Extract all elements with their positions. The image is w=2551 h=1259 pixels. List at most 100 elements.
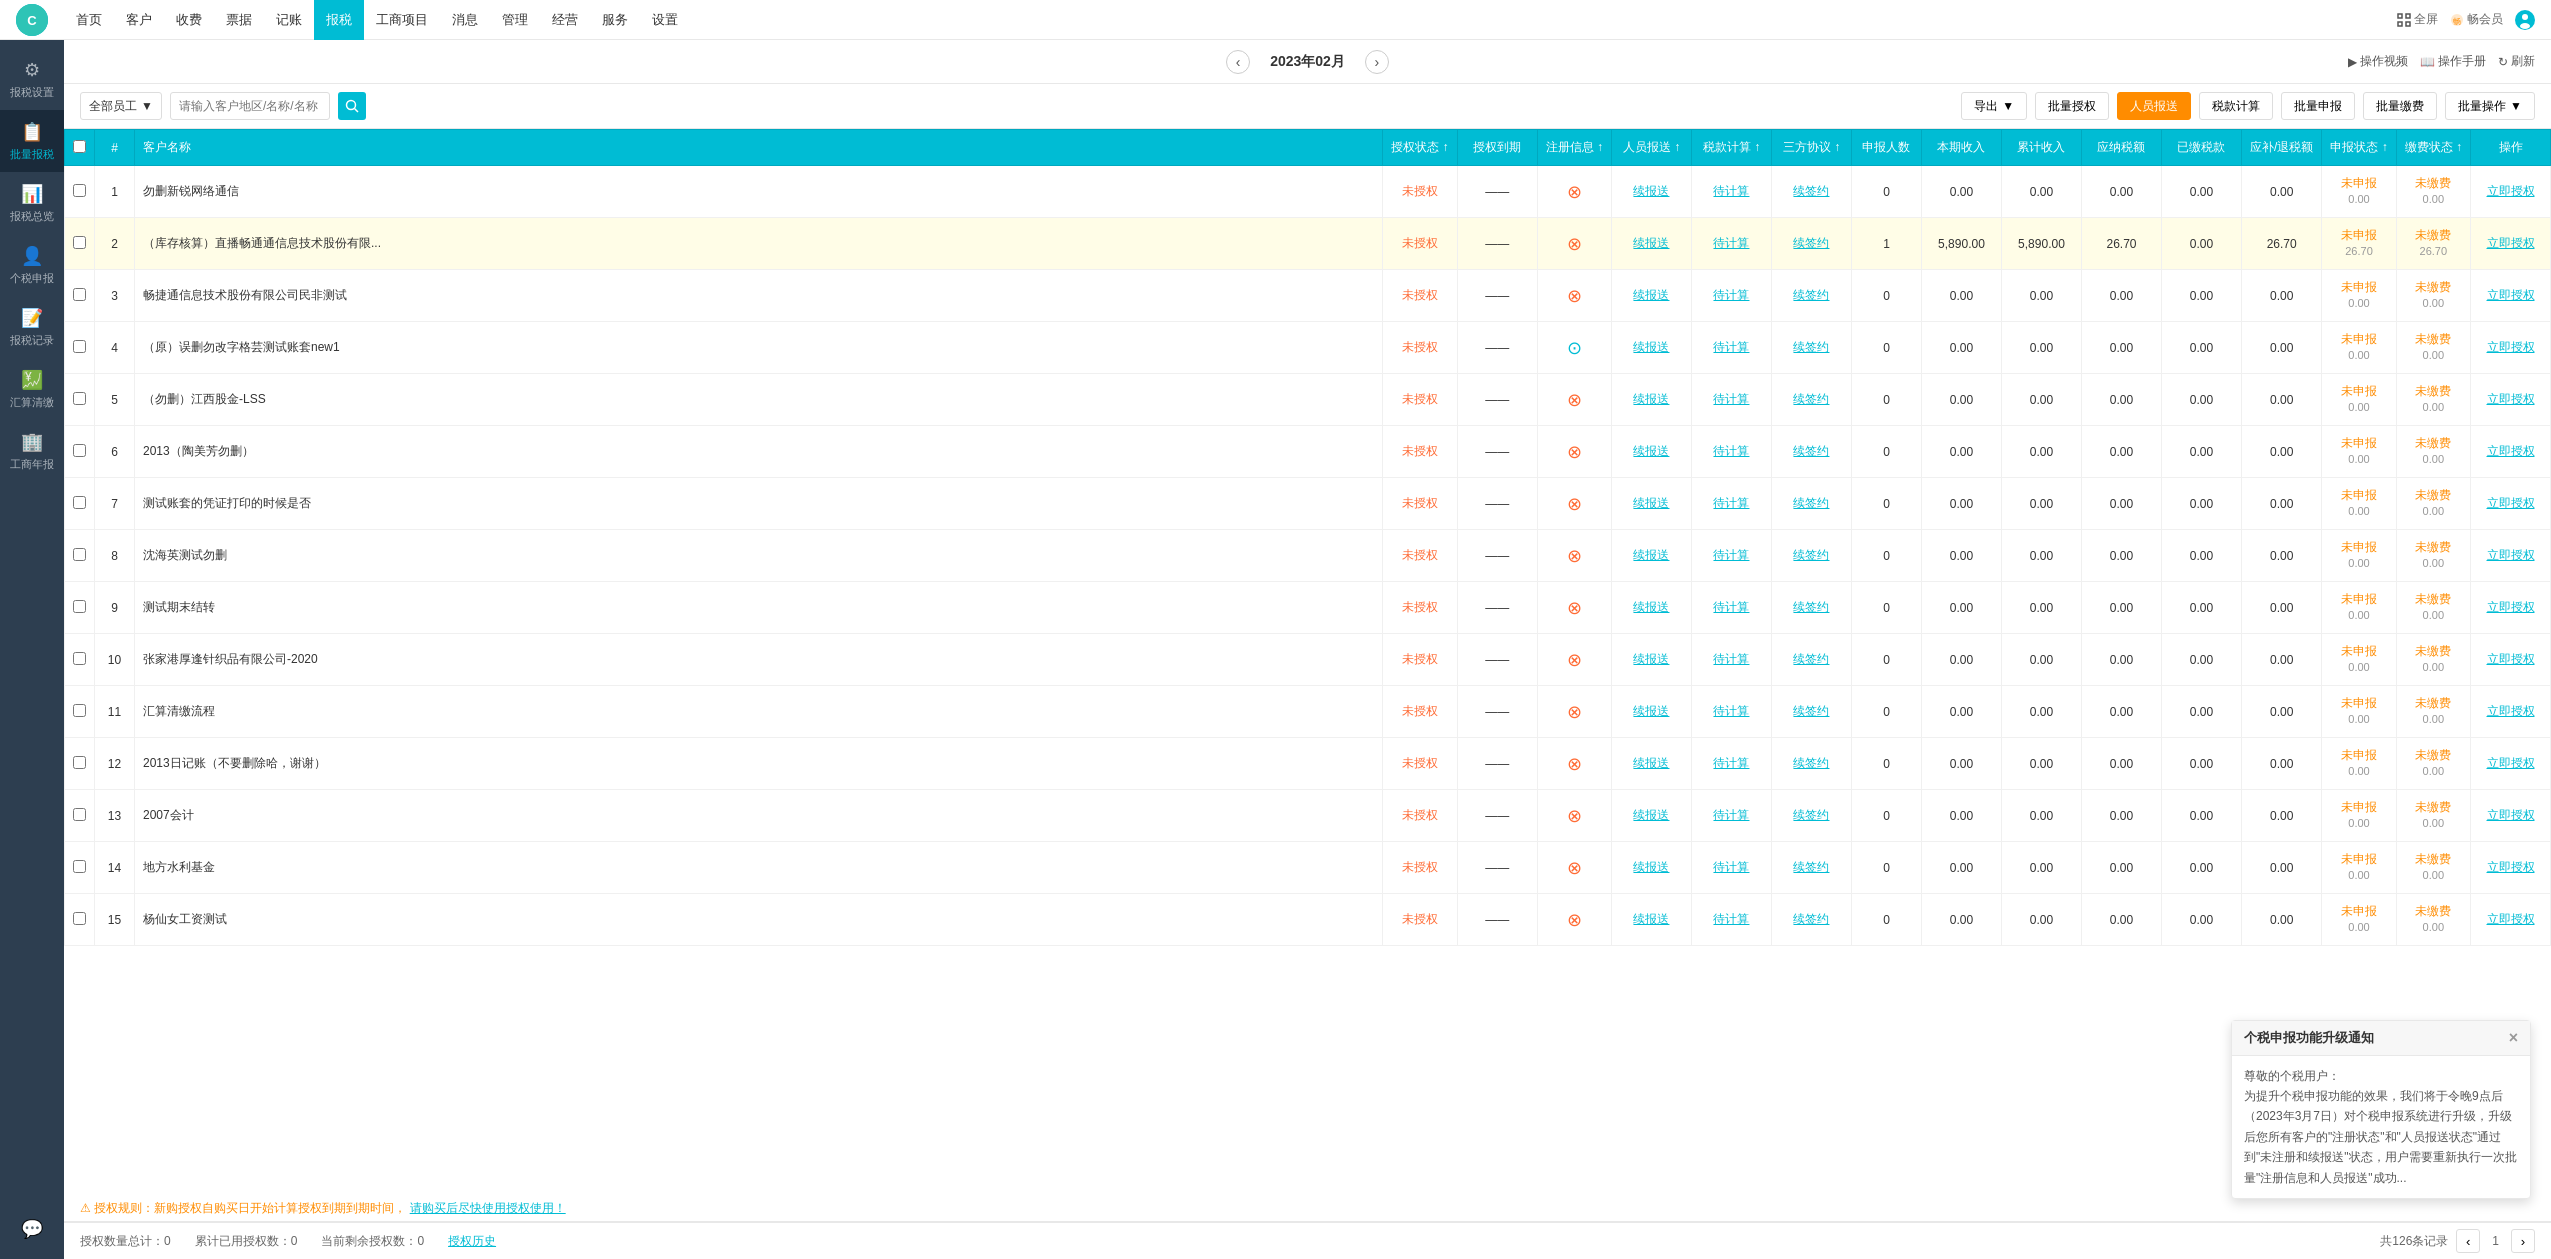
sanfang-link[interactable]: 续签约 [1793, 444, 1829, 458]
rensong-link[interactable]: 续报送 [1633, 860, 1669, 874]
row-checkbox[interactable] [73, 912, 86, 925]
header-tax-diff[interactable]: 应补/退税额 [2241, 130, 2321, 166]
sanfang-link[interactable]: 续签约 [1793, 548, 1829, 562]
nav-manage[interactable]: 管理 [490, 0, 540, 40]
prev-page-btn[interactable]: ‹ [2456, 1229, 2480, 1253]
rensong-link[interactable]: 续报送 [1633, 444, 1669, 458]
rensong-link[interactable]: 续报送 [1633, 600, 1669, 614]
sanfang-link[interactable]: 续签约 [1793, 340, 1829, 354]
jisuan-link[interactable]: 待计算 [1713, 652, 1749, 666]
header-fee-status[interactable]: 缴费状态 ↑ [2396, 130, 2470, 166]
jisuan-link[interactable]: 待计算 [1713, 704, 1749, 718]
rensong-link[interactable]: 续报送 [1633, 496, 1669, 510]
batch-report-btn[interactable]: 批量申报 [2281, 92, 2355, 120]
jisuan-link[interactable]: 待计算 [1713, 392, 1749, 406]
operation-video-btn[interactable]: ▶ 操作视频 [2348, 53, 2408, 70]
action-link[interactable]: 立即授权 [2487, 184, 2535, 198]
jisuan-link[interactable]: 待计算 [1713, 236, 1749, 250]
rensong-link[interactable]: 续报送 [1633, 652, 1669, 666]
action-link[interactable]: 立即授权 [2487, 236, 2535, 250]
sanfang-link[interactable]: 续签约 [1793, 704, 1829, 718]
action-link[interactable]: 立即授权 [2487, 288, 2535, 302]
select-all-checkbox[interactable] [73, 140, 86, 153]
sidebar-item-tax-settings[interactable]: ⚙ 报税设置 [0, 48, 64, 110]
header-shenren-num[interactable]: 申报人数 [1851, 130, 1921, 166]
operation-manual-btn[interactable]: 📖 操作手册 [2420, 53, 2486, 70]
action-link[interactable]: 立即授权 [2487, 756, 2535, 770]
nav-business[interactable]: 工商项目 [364, 0, 440, 40]
header-tax-paid[interactable]: 已缴税款 [2161, 130, 2241, 166]
rensong-link[interactable]: 续报送 [1633, 756, 1669, 770]
nav-operations[interactable]: 经营 [540, 0, 590, 40]
next-page-btn[interactable]: › [2511, 1229, 2535, 1253]
nav-billing[interactable]: 收费 [164, 0, 214, 40]
action-link[interactable]: 立即授权 [2487, 548, 2535, 562]
jisuan-link[interactable]: 待计算 [1713, 808, 1749, 822]
sanfang-link[interactable]: 续签约 [1793, 652, 1829, 666]
action-link[interactable]: 立即授权 [2487, 340, 2535, 354]
action-link[interactable]: 立即授权 [2487, 600, 2535, 614]
rensong-link[interactable]: 续报送 [1633, 392, 1669, 406]
sanfang-link[interactable]: 续签约 [1793, 392, 1829, 406]
row-checkbox[interactable] [73, 548, 86, 561]
header-jisuan[interactable]: 税款计算 ↑ [1691, 130, 1771, 166]
rensong-link[interactable]: 续报送 [1633, 704, 1669, 718]
sanfang-link[interactable]: 续签约 [1793, 756, 1829, 770]
jisuan-link[interactable]: 待计算 [1713, 496, 1749, 510]
employee-select[interactable]: 全部员工 ▼ [80, 92, 162, 120]
prev-month-btn[interactable]: ‹ [1226, 50, 1250, 74]
nav-invoice[interactable]: 票据 [214, 0, 264, 40]
jisuan-link[interactable]: 待计算 [1713, 860, 1749, 874]
sidebar-item-tax-records[interactable]: 📝 报税记录 [0, 296, 64, 358]
next-month-btn[interactable]: › [1365, 50, 1389, 74]
rensong-link[interactable]: 续报送 [1633, 808, 1669, 822]
nav-service[interactable]: 服务 [590, 0, 640, 40]
row-checkbox[interactable] [73, 652, 86, 665]
jisuan-link[interactable]: 待计算 [1713, 444, 1749, 458]
notification-close-btn[interactable]: × [2509, 1029, 2518, 1047]
row-checkbox[interactable] [73, 288, 86, 301]
header-report-status[interactable]: 申报状态 ↑ [2322, 130, 2396, 166]
row-checkbox[interactable] [73, 184, 86, 197]
fullscreen-btn[interactable]: 全屏 [2397, 11, 2438, 28]
tax-calc-btn[interactable]: 税款计算 [2199, 92, 2273, 120]
header-period-income[interactable]: 本期收入 [1921, 130, 2001, 166]
sanfang-link[interactable]: 续签约 [1793, 808, 1829, 822]
row-checkbox[interactable] [73, 496, 86, 509]
rensong-link[interactable]: 续报送 [1633, 288, 1669, 302]
auth-history-link[interactable]: 授权历史 [448, 1233, 496, 1250]
header-name[interactable]: 客户名称 [135, 130, 1383, 166]
row-checkbox[interactable] [73, 756, 86, 769]
sanfang-link[interactable]: 续签约 [1793, 236, 1829, 250]
row-checkbox[interactable] [73, 860, 86, 873]
row-checkbox[interactable] [73, 808, 86, 821]
action-link[interactable]: 立即授权 [2487, 808, 2535, 822]
jisuan-link[interactable]: 待计算 [1713, 912, 1749, 926]
search-input[interactable] [170, 92, 330, 120]
row-checkbox[interactable] [73, 600, 86, 613]
jisuan-link[interactable]: 待计算 [1713, 340, 1749, 354]
action-link[interactable]: 立即授权 [2487, 496, 2535, 510]
sidebar-item-annual-report[interactable]: 🏢 工商年报 [0, 420, 64, 482]
action-link[interactable]: 立即授权 [2487, 912, 2535, 926]
action-link[interactable]: 立即授权 [2487, 652, 2535, 666]
row-checkbox[interactable] [73, 704, 86, 717]
warning-link[interactable]: 请购买后尽快使用授权使用！ [410, 1201, 566, 1215]
nav-home[interactable]: 首页 [64, 0, 114, 40]
row-checkbox[interactable] [73, 236, 86, 249]
header-auth-status[interactable]: 授权状态 ↑ [1383, 130, 1457, 166]
header-sanfang[interactable]: 三方协议 ↑ [1771, 130, 1851, 166]
rensong-link[interactable]: 续报送 [1633, 548, 1669, 562]
sanfang-link[interactable]: 续签约 [1793, 912, 1829, 926]
nav-bookkeeping[interactable]: 记账 [264, 0, 314, 40]
nav-message[interactable]: 消息 [440, 0, 490, 40]
nav-settings[interactable]: 设置 [640, 0, 690, 40]
sanfang-link[interactable]: 续签约 [1793, 860, 1829, 874]
rensong-link[interactable]: 续报送 [1633, 236, 1669, 250]
action-link[interactable]: 立即授权 [2487, 392, 2535, 406]
rensong-btn[interactable]: 人员报送 [2117, 92, 2191, 120]
jisuan-link[interactable]: 待计算 [1713, 548, 1749, 562]
sidebar-item-tax-overview[interactable]: 📊 报税总览 [0, 172, 64, 234]
rensong-link[interactable]: 续报送 [1633, 184, 1669, 198]
refresh-btn[interactable]: ↻ 刷新 [2498, 53, 2535, 70]
